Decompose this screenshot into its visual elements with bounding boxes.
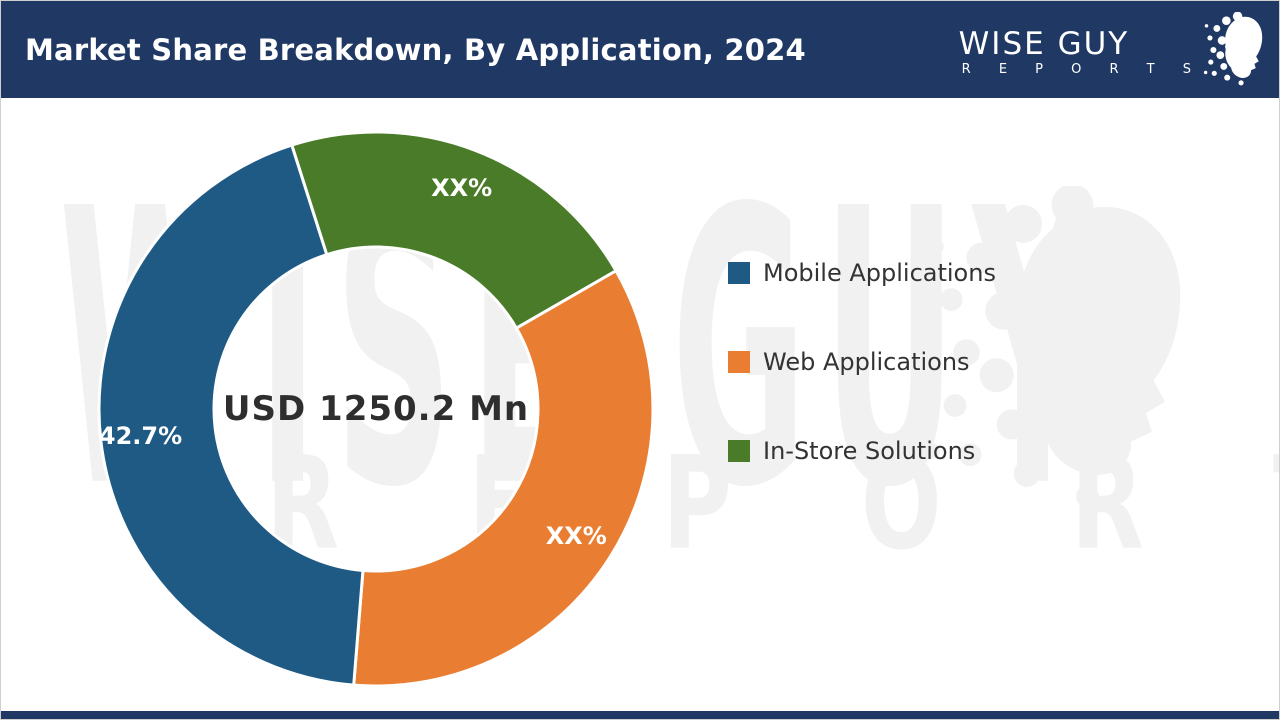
legend-label: Web Applications [763,348,970,376]
legend-label: Mobile Applications [763,259,996,287]
footer-bar [1,711,1279,719]
legend-label: In-Store Solutions [763,437,976,465]
chart-title: Market Share Breakdown, By Application, … [25,32,806,67]
legend-swatch-mobile [728,262,750,284]
brand-reports-label: R E P O R T S [961,61,1203,77]
legend-swatch-in-store [728,440,750,462]
chart-page: WISE GUY R E P O R T S Market Share Brea… [0,0,1280,720]
brand-face-icon [1203,11,1263,85]
legend-item-web-applications: Web Applications [728,346,996,378]
donut-center-value: USD 1250.2 Mn [222,389,530,429]
header-bar: Market Share Breakdown, By Application, … [1,1,1279,98]
legend-item-in-store-solutions: In-Store Solutions [728,435,996,467]
brand-logo: WISE GUY R E P O R T S [959,11,1267,88]
brand-text: WISE GUY R E P O R T S [959,27,1203,77]
legend-swatch-web [728,351,750,373]
chart-legend: Mobile Applications Web Applications In-… [728,257,996,467]
legend-item-mobile-applications: Mobile Applications [728,257,996,289]
brand-name-label: WISE GUY [958,25,1130,62]
